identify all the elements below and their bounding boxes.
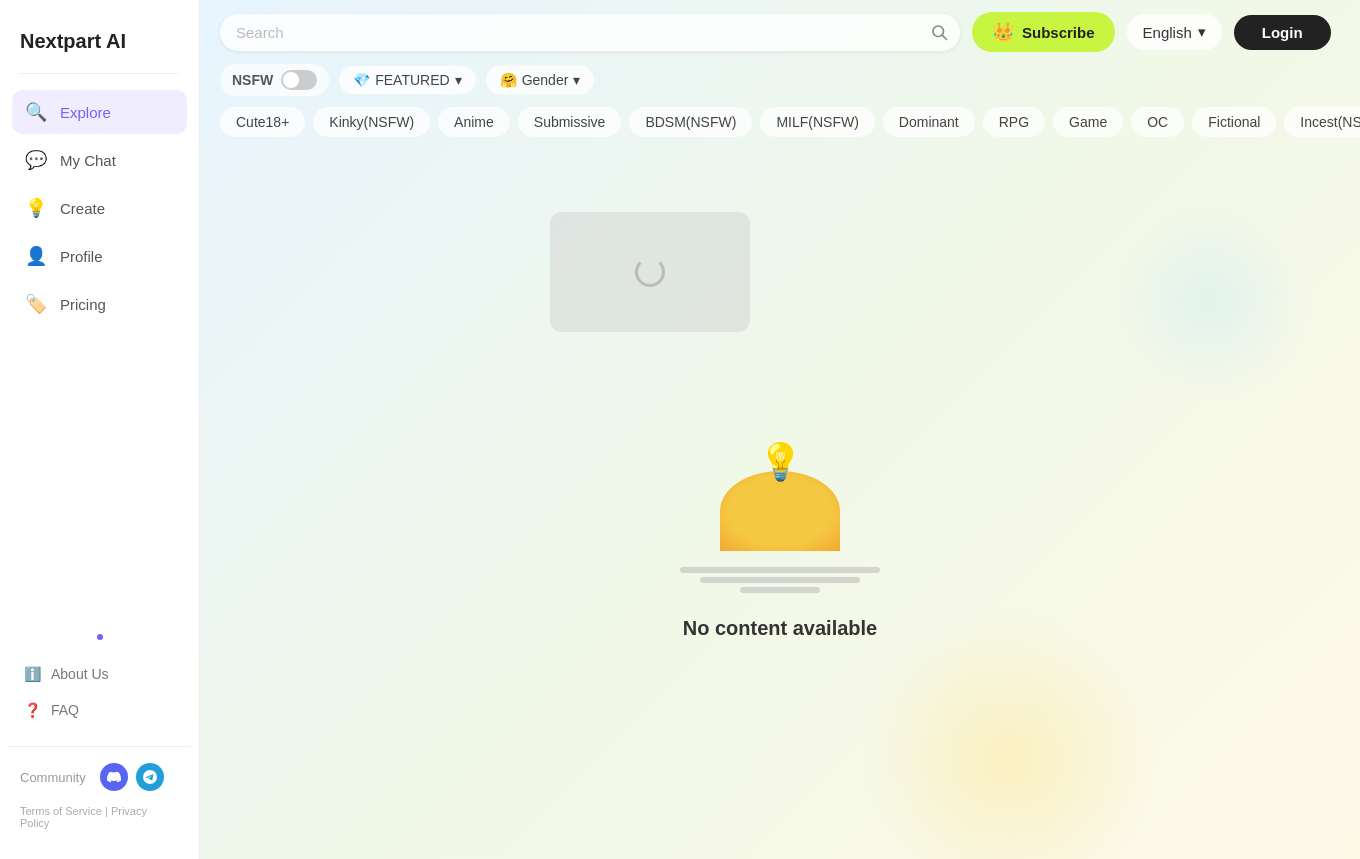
language-label: English: [1143, 24, 1192, 41]
gender-filter[interactable]: 🤗 Gender ▾: [486, 66, 595, 94]
bg-decoration-1: [860, 609, 1160, 859]
nsfw-knob: [283, 72, 299, 88]
tag-milf[interactable]: MILF(NSFW): [760, 107, 874, 137]
gender-emoji: 🤗: [500, 72, 517, 88]
nsfw-label: NSFW: [232, 72, 273, 88]
svg-line-1: [942, 35, 946, 39]
discord-icon[interactable]: [100, 763, 128, 791]
login-button[interactable]: Login: [1234, 15, 1331, 50]
sidebar-label-my-chat: My Chat: [60, 152, 116, 169]
tag-kinky[interactable]: Kinky(NSFW): [313, 107, 430, 137]
no-content-text: No content available: [683, 617, 878, 640]
bg-decoration-2: [1110, 202, 1310, 402]
faq-label: FAQ: [51, 702, 79, 718]
crown-icon: 👑: [992, 21, 1014, 43]
header: 👑 Subscribe English ▾ Login: [200, 0, 1360, 64]
featured-label: FEATURED: [375, 72, 449, 88]
no-content-container: 💡 No content available: [670, 431, 890, 640]
explore-icon: 🔍: [24, 100, 48, 124]
search-button[interactable]: [930, 23, 948, 41]
featured-emoji: 💎: [353, 72, 370, 88]
faq-icon: ❓: [24, 702, 41, 718]
sidebar-item-pricing[interactable]: 🏷️ Pricing: [12, 282, 187, 326]
my-chat-icon: 💬: [24, 148, 48, 172]
about-us-label: About Us: [51, 666, 109, 682]
community-section: Community: [0, 755, 199, 799]
sidebar-item-profile[interactable]: 👤 Profile: [12, 234, 187, 278]
tag-game[interactable]: Game: [1053, 107, 1123, 137]
subscribe-button[interactable]: 👑 Subscribe: [972, 12, 1115, 52]
main-content: 👑 Subscribe English ▾ Login NSFW 💎 FEATU…: [200, 0, 1360, 859]
footer-separator: |: [105, 805, 108, 817]
chevron-down-icon: ▾: [1198, 23, 1206, 41]
tag-dominant[interactable]: Dominant: [883, 107, 975, 137]
gender-chevron: ▾: [573, 72, 580, 88]
tag-incest[interactable]: Incest(NSFW): [1284, 107, 1360, 137]
gender-label: Gender: [522, 72, 569, 88]
pricing-icon: 🏷️: [24, 292, 48, 316]
telegram-icon[interactable]: [136, 763, 164, 791]
tag-rpg[interactable]: RPG: [983, 107, 1045, 137]
sidebar-bottom-divider: [8, 746, 191, 747]
community-label: Community: [20, 770, 86, 785]
no-content-illustration: 💡: [690, 431, 870, 551]
bar-3: [740, 587, 820, 593]
language-button[interactable]: English ▾: [1127, 14, 1222, 50]
featured-chevron: ▾: [455, 72, 462, 88]
sidebar-divider-top: [20, 73, 179, 74]
nsfw-switch[interactable]: [281, 70, 317, 90]
tag-bdsm[interactable]: BDSM(NSFW): [629, 107, 752, 137]
loading-spinner: [635, 257, 665, 287]
filter-row: NSFW 💎 FEATURED ▾ 🤗 Gender ▾: [200, 64, 1360, 106]
sidebar-bottom: ℹ️ About Us ❓ FAQ: [0, 646, 199, 738]
sidebar-bottom-faq[interactable]: ❓ FAQ: [12, 694, 187, 726]
sun-shape: [720, 471, 840, 551]
lightbulb-icon: 💡: [758, 441, 803, 483]
content-area: 💡 No content available: [200, 152, 1360, 859]
loading-card: [550, 212, 750, 332]
nsfw-toggle: NSFW: [220, 64, 329, 96]
sidebar-nav: 🔍 Explore 💬 My Chat 💡 Create 👤 Profile 🏷…: [0, 90, 199, 628]
subscribe-label: Subscribe: [1022, 24, 1095, 41]
search-input[interactable]: [220, 14, 960, 51]
about-us-icon: ℹ️: [24, 666, 41, 682]
sidebar-label-pricing: Pricing: [60, 296, 106, 313]
tags-row: Cute18+ Kinky(NSFW) Anime SubmissiveBDSM(NS…: [200, 106, 1360, 152]
tag-fictional[interactable]: Fictional: [1192, 107, 1276, 137]
tag-submissive[interactable]: Submissive: [518, 107, 622, 137]
sidebar-label-explore: Explore: [60, 104, 111, 121]
tag-anime[interactable]: Anime: [438, 107, 510, 137]
footer-links: Terms of Service | Privacy Policy: [0, 799, 199, 839]
bar-2: [700, 577, 860, 583]
search-bar: [220, 14, 960, 51]
profile-icon: 👤: [24, 244, 48, 268]
featured-filter[interactable]: 💎 FEATURED ▾: [339, 66, 475, 94]
loading-bars: [670, 567, 890, 593]
sidebar-label-create: Create: [60, 200, 105, 217]
sidebar-bottom-about-us[interactable]: ℹ️ About Us: [12, 658, 187, 690]
sidebar-label-profile: Profile: [60, 248, 103, 265]
sidebar: Nextpart AI 🔍 Explore 💬 My Chat 💡 Create…: [0, 0, 200, 859]
sidebar-item-explore[interactable]: 🔍 Explore: [12, 90, 187, 134]
tag-oc[interactable]: OC: [1131, 107, 1184, 137]
bar-1: [680, 567, 880, 573]
terms-link[interactable]: Terms of Service: [20, 805, 102, 817]
app-logo: Nextpart AI: [0, 20, 199, 73]
sidebar-item-create[interactable]: 💡 Create: [12, 186, 187, 230]
sidebar-dot: [97, 634, 103, 640]
create-icon: 💡: [24, 196, 48, 220]
sidebar-item-my-chat[interactable]: 💬 My Chat: [12, 138, 187, 182]
tag-cute18[interactable]: Cute18+: [220, 107, 305, 137]
loading-dots: [670, 567, 890, 593]
